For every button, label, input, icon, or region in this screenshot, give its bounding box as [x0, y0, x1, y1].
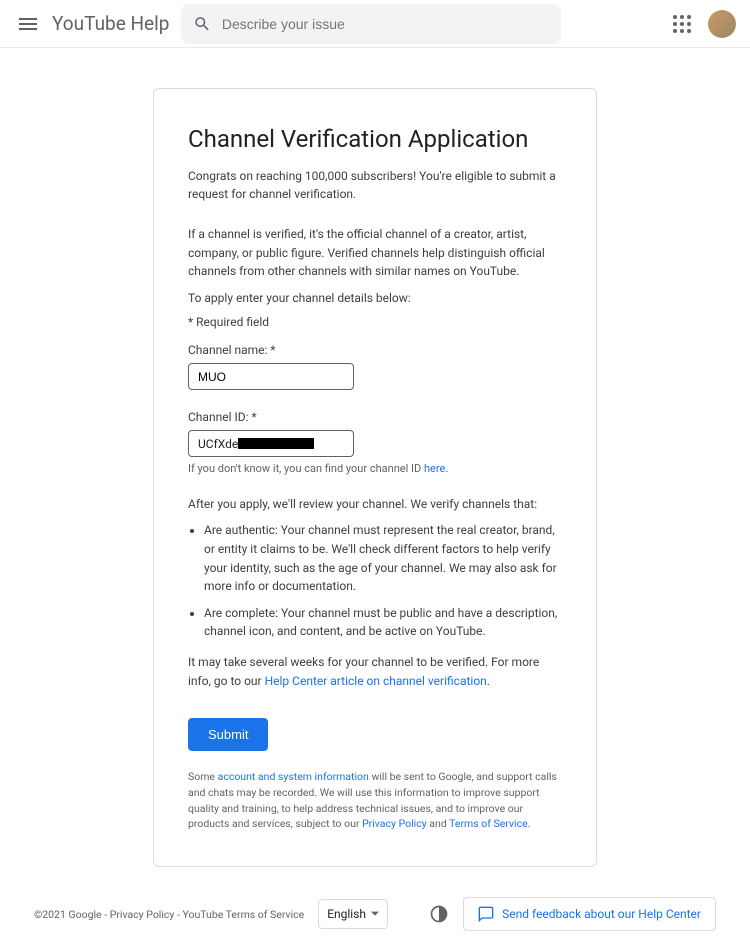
form-card: Channel Verification Application Congrat…	[153, 88, 597, 867]
terms-link[interactable]: Terms of Service	[449, 817, 528, 830]
footer-privacy-link[interactable]: Privacy Policy	[110, 908, 175, 921]
here-link[interactable]: here	[424, 462, 445, 475]
apps-icon	[673, 15, 691, 33]
list-item: Are authentic: Your channel must represe…	[204, 521, 562, 595]
logo-text[interactable]: YouTube Help	[52, 12, 169, 35]
search-icon	[193, 14, 211, 34]
avatar[interactable]	[708, 10, 736, 38]
footer-links: ©2021 Google - Privacy Policy - YouTube …	[34, 908, 304, 921]
disclaimer-text: Some account and system information will…	[188, 769, 562, 832]
chat-icon	[478, 906, 494, 922]
feedback-button[interactable]: Send feedback about our Help Center	[463, 897, 716, 931]
weeks-text: It may take several weeks for your chann…	[188, 653, 562, 690]
channel-id-label: Channel ID: *	[188, 410, 562, 424]
submit-button[interactable]: Submit	[188, 718, 268, 751]
footer: ©2021 Google - Privacy Policy - YouTube …	[0, 887, 750, 951]
dark-mode-icon	[429, 904, 449, 924]
list-item: Are complete: Your channel must be publi…	[204, 604, 562, 641]
account-info-link[interactable]: account and system information	[218, 770, 369, 783]
required-note: * Required field	[188, 315, 562, 329]
channel-name-input[interactable]	[198, 370, 344, 384]
main-content: Channel Verification Application Congrat…	[0, 48, 750, 887]
channel-id-hint: If you don't know it, you can find your …	[188, 462, 562, 475]
hamburger-icon	[16, 12, 40, 36]
menu-button[interactable]	[8, 4, 48, 44]
language-value: English	[327, 907, 366, 921]
channel-id-value: UCfXde	[198, 437, 238, 451]
help-center-link[interactable]: Help Center article on channel verificat…	[265, 674, 487, 688]
page-title: Channel Verification Application	[188, 125, 562, 153]
criteria-list: Are authentic: Your channel must represe…	[188, 521, 562, 641]
language-selector[interactable]: English	[318, 899, 388, 929]
search-box[interactable]	[181, 4, 561, 44]
search-input[interactable]	[222, 16, 550, 32]
apply-text: To apply enter your channel details belo…	[188, 289, 562, 308]
chevron-down-icon	[371, 910, 379, 918]
header: YouTube Help	[0, 0, 750, 48]
footer-terms-link[interactable]: YouTube Terms of Service	[183, 908, 305, 921]
description-text: If a channel is verified, it's the offic…	[188, 225, 562, 281]
privacy-policy-link[interactable]: Privacy Policy	[362, 817, 427, 830]
intro-text: Congrats on reaching 100,000 subscribers…	[188, 167, 562, 203]
channel-name-label: Channel name: *	[188, 343, 562, 357]
channel-name-field[interactable]	[188, 363, 354, 390]
redacted-text	[238, 438, 314, 449]
dark-mode-toggle[interactable]	[429, 904, 449, 924]
channel-id-field[interactable]: UCfXde	[188, 430, 354, 457]
after-apply-text: After you apply, we'll review your chann…	[188, 497, 562, 511]
apps-button[interactable]	[662, 4, 702, 44]
